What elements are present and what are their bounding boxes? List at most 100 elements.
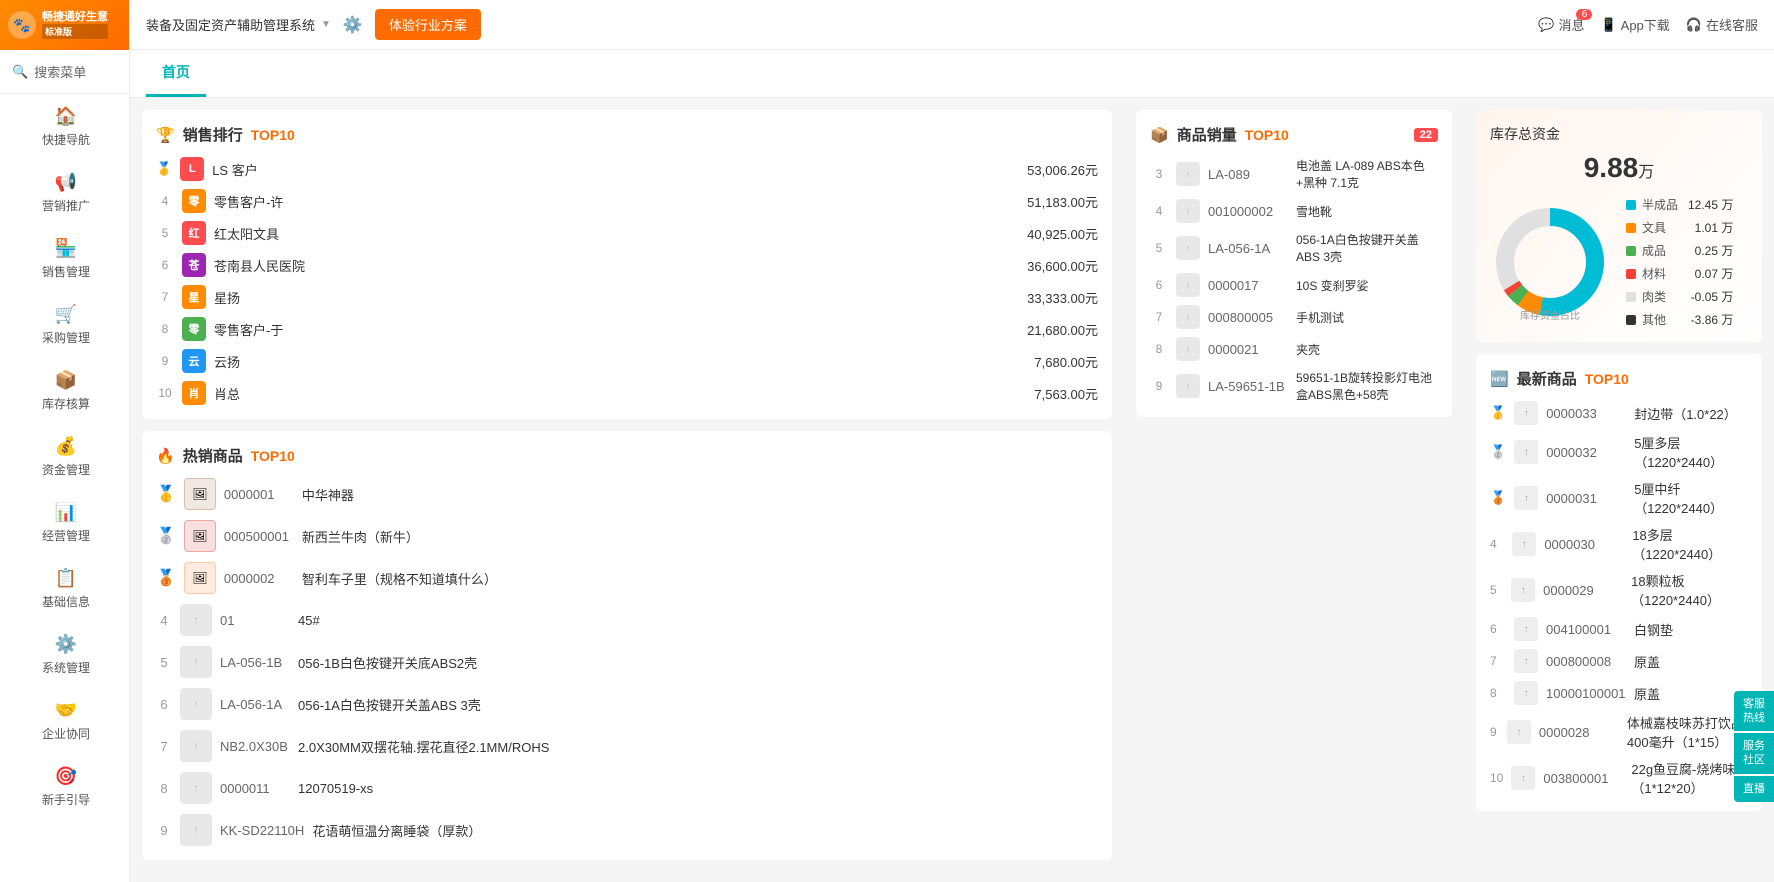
inventory-legend: 半成品 12.45 万 文具 1.01 万 成品 0.25 万 材料 0.07 … [1626,196,1733,328]
search-menu-button[interactable]: 🔍 搜索菜单 [8,58,121,85]
purchase-label: 采购管理 [42,329,90,346]
sidebar-item-operation[interactable]: 📊经营管理 [0,490,129,556]
system-label: 系统管理 [42,659,90,676]
rank-number: 9 [1150,379,1168,393]
product-code: 000500001 [224,529,294,544]
legend-item: 其他 -3.86 万 [1626,311,1733,328]
float-btn-service[interactable]: 客服 热线 [1734,691,1774,732]
customer-avatar: 云 [182,349,206,373]
product-name: 45# [298,613,1098,628]
new-product-name: 原盖 [1634,652,1660,671]
new-product-image: ↑ [1514,649,1538,673]
customer-amount: 36,600.00元 [1027,256,1098,275]
quick-nav-icon: 🏠 [55,106,77,127]
float-btn-direct[interactable]: 直播 [1734,776,1774,802]
sales-volume-item: 7 ↑ 000800005 手机测试 [1150,305,1438,329]
sidebar-item-purchase[interactable]: 🛒采购管理 [0,292,129,358]
rank-number: 3 [1150,167,1168,181]
legend-value: 1.01 万 [1695,219,1734,236]
product-code: 000800005 [1208,310,1288,325]
new-product-name: 封边带（1.0*22） [1634,404,1737,423]
quick-nav-label: 快捷导航 [42,131,90,148]
product-rank-num: 7 [156,739,172,754]
medal-icon: 🥇 [156,484,176,504]
customer-ranking-title: 🏆 销售排行 TOP10 [156,124,1098,145]
product-name: 花语萌恒温分离睡袋（厚款） [312,821,1098,840]
customer-name: 零售客户-许 [214,192,1019,211]
product-code: 0000017 [1208,278,1288,293]
new-product-image: ↑ [1514,440,1538,464]
operation-label: 经营管理 [42,527,90,544]
float-btn-community[interactable]: 服务 社区 [1734,733,1774,774]
legend-name: 半成品 [1642,196,1682,213]
settings-icon[interactable]: ⚙️ [343,15,363,35]
new-product-name: 22g鱼豆腐-烧烤味（1*12*20） [1631,759,1748,797]
new-product-name: 原盖 [1634,684,1660,703]
inventory-card: 库存总资金 9.88万 [1476,110,1762,342]
sidebar-nav: 🏠 快捷导航 📢营销推广🏪销售管理🛒采购管理📦库存核算💰资金管理📊经营管理📋基础信息… [0,94,129,882]
rank-item: 🥇 L LS 客户 53,006.26元 [156,157,1098,181]
dropdown-icon[interactable]: ▼ [321,19,331,30]
new-product-image: ↑ [1512,532,1536,556]
medal-icon: 🥈 [1490,444,1506,460]
trial-button[interactable]: 体验行业方案 [375,9,481,40]
legend-item: 肉类 -0.05 万 [1626,288,1733,305]
new-product-code: 0000033 [1546,406,1626,421]
rank-number: 5 [156,226,174,240]
product-name: 新西兰牛肉（新牛） [302,527,1098,546]
new-product-name: 5厘中纤（1220*2440） [1634,479,1748,517]
product-code: LA-59651-1B [1208,379,1288,394]
online-service-button[interactable]: 🎧 在线客服 [1686,15,1758,34]
headset-icon: 🎧 [1686,17,1702,33]
product-img: ↑ [1176,236,1200,260]
product-image-placeholder: ↑ [180,646,212,678]
new-product-image: ↑ [1514,486,1538,510]
rank-number: 7 [1150,310,1168,324]
sales-volume-label: 商品销量 [1177,124,1237,145]
hot-product-item: 🥈 🖼 000500001 新西兰牛肉（新牛） [156,520,1098,552]
new-icon: 🆕 [1490,370,1509,388]
messages-button[interactable]: 💬 消息 6 [1538,15,1584,34]
sidebar-item-system[interactable]: ⚙️系统管理 [0,622,129,688]
logo-icon: 🐾 [8,11,36,39]
page-nav: 首页 [130,50,1774,98]
rank-number: 7 [156,290,174,304]
sidebar-item-guide[interactable]: 🎯新手引导 [0,754,129,820]
product-code: NB2.0X30B [220,739,290,754]
topbar: 装备及固定资产辅助管理系统 ▼ ⚙️ 体验行业方案 💬 消息 6 📱 App下载… [130,0,1774,50]
rank-item: 4 零 零售客户-许 51,183.00元 [156,189,1098,213]
product-img: ↑ [1176,337,1200,361]
new-products-title: 🆕 最新商品 TOP10 [1490,368,1748,389]
messages-badge: 6 [1576,9,1592,20]
sales-volume-item: 4 ↑ 001000002 雪地靴 [1150,199,1438,223]
new-product-item: 6 ↑ 004100001 白钢垫 [1490,617,1748,641]
rank-number: 9 [156,354,174,368]
customer-avatar: 星 [182,285,206,309]
new-product-image: ↑ [1514,401,1538,425]
hot-products-card: 🔥 热销商品 TOP10 🥇 🖼 0000001 中华神器 🥈 🖼 000500… [142,431,1112,860]
sidebar-item-quick-nav[interactable]: 🏠 快捷导航 [0,94,129,160]
product-img: ↑ [1176,199,1200,223]
message-icon: 💬 [1538,17,1554,33]
app-download-button[interactable]: 📱 App下载 [1600,15,1669,34]
marketing-icon: 📢 [55,172,77,193]
legend-dot [1626,200,1636,210]
guide-icon: 🎯 [55,766,77,787]
product-image-placeholder: ↑ [180,814,212,846]
sidebar-search-area[interactable]: 🔍 搜索菜单 [0,50,129,94]
legend-item: 成品 0.25 万 [1626,242,1733,259]
main-area: 装备及固定资产辅助管理系统 ▼ ⚙️ 体验行业方案 💬 消息 6 📱 App下载… [130,0,1774,882]
tab-home[interactable]: 首页 [146,50,206,97]
middle-panel: 🏆 销售排行 TOP10 🥇 L LS 客户 53,006.26元 4 零 零售… [130,98,1124,882]
sidebar-item-finance[interactable]: 💰资金管理 [0,424,129,490]
sidebar: 🐾 畅捷通好生意 标准版 🔍 搜索菜单 🏠快捷导航📢营销推广🏪销售管理🛒采购管理… [0,0,130,882]
product-image-placeholder: ↑ [180,730,212,762]
sidebar-item-marketing[interactable]: 📢营销推广 [0,160,129,226]
sidebar-item-basic-info[interactable]: 📋基础信息 [0,556,129,622]
product-code: 0000021 [1208,342,1288,357]
ranking-top10-label: TOP10 [251,127,295,143]
sidebar-item-cooperation[interactable]: 🤝企业协同 [0,688,129,754]
customer-amount: 21,680.00元 [1027,320,1098,339]
sidebar-item-sales[interactable]: 🏪销售管理 [0,226,129,292]
sidebar-item-inventory[interactable]: 📦库存核算 [0,358,129,424]
